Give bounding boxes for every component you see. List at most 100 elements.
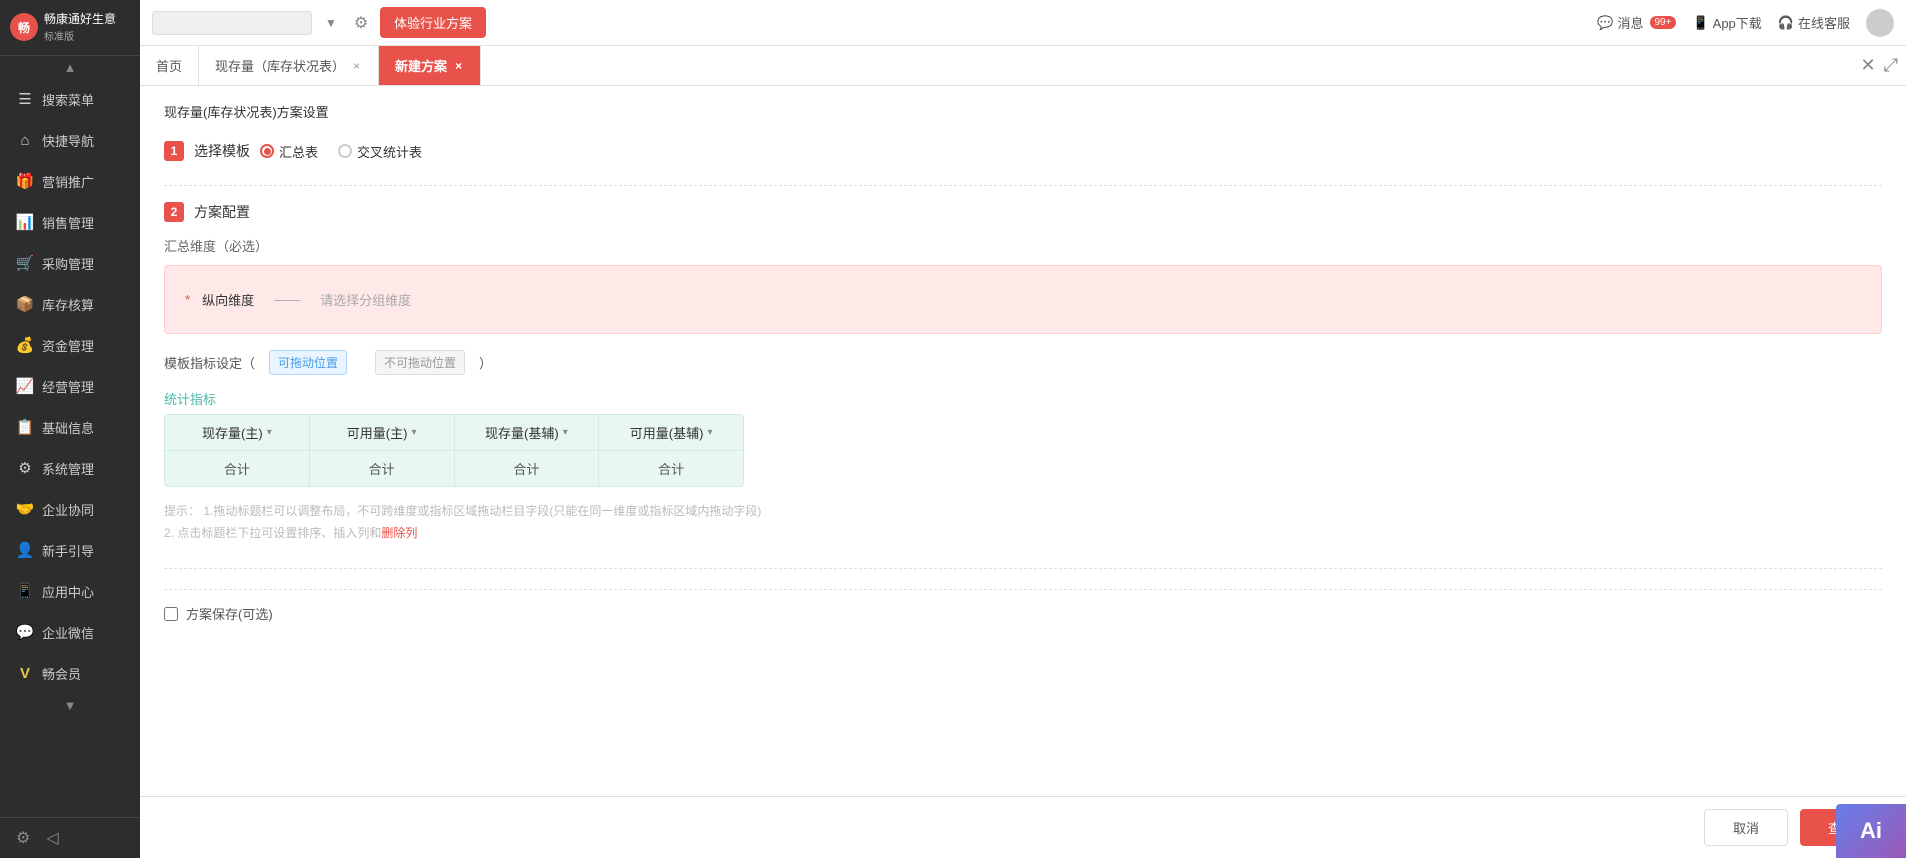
tab-home[interactable]: 首页 <box>140 46 199 85</box>
tab-new-plan[interactable]: 新建方案 × <box>379 46 481 85</box>
stats-col-0: 现存量(主) ▾ 合计 <box>165 415 310 486</box>
headset-icon: 🎧 <box>1778 15 1794 31</box>
cancel-button[interactable]: 取消 <box>1704 809 1788 846</box>
purchase-icon: 🛒 <box>16 254 34 272</box>
dimension-box[interactable]: * 纵向维度 —— 请选择分组维度 <box>164 265 1882 334</box>
sidebar-item-purchase[interactable]: 🛒 采购管理 <box>0 243 140 284</box>
app-download-btn[interactable]: 📱 App下载 <box>1692 13 1761 32</box>
sidebar-item-basic-info[interactable]: 📋 基础信息 <box>0 407 140 448</box>
stats-header-1[interactable]: 可用量(主) ▾ <box>310 415 454 451</box>
settings-icon[interactable]: ⚙ <box>16 828 30 848</box>
stats-col2-label: 现存量(基辅) <box>485 423 559 442</box>
tab-expand-icon[interactable]: ⤢ <box>1884 55 1898 76</box>
sidebar-item-search[interactable]: ☰ 搜索菜单 <box>0 79 140 120</box>
wechat-icon: 💬 <box>16 623 34 641</box>
section2-header: 2 方案配置 <box>164 202 1882 222</box>
sidebar-item-member[interactable]: V 畅会员 <box>0 653 140 694</box>
stats-col-1: 可用量(主) ▾ 合计 <box>310 415 455 486</box>
sidebar-item-finance[interactable]: 💰 资金管理 <box>0 325 140 366</box>
stats-col-2: 现存量(基辅) ▾ 合计 <box>455 415 600 486</box>
stats-header-3[interactable]: 可用量(基辅) ▾ <box>599 415 743 451</box>
sidebar-item-app-center[interactable]: 📱 应用中心 <box>0 571 140 612</box>
ai-button[interactable]: Ai <box>1836 804 1906 858</box>
tab-close-icon[interactable]: ✕ <box>1861 55 1876 76</box>
radio-summary-circle <box>260 144 274 158</box>
stats-header-0[interactable]: 现存量(主) ▾ <box>165 415 309 451</box>
stats-col0-label: 现存量(主) <box>202 423 263 442</box>
message-btn[interactable]: 💬 消息 99+ <box>1597 13 1676 32</box>
stats-data-1: 合计 <box>310 451 454 486</box>
tab-inventory-close[interactable]: × <box>351 59 362 73</box>
stats-col1-chevron: ▾ <box>411 427 416 438</box>
radio-summary-label: 汇总表 <box>279 142 318 161</box>
newbie-icon: 👤 <box>16 541 34 559</box>
finance-icon: 💰 <box>16 336 34 354</box>
stats-section-label: 统计指标 <box>164 389 1882 408</box>
section-template: 1 选择模板 汇总表 交叉统计表 <box>164 141 1882 161</box>
footer-bar: 取消 查询 <box>140 796 1906 858</box>
section1-label: 选择模板 <box>194 141 250 161</box>
experience-btn[interactable]: 体验行业方案 <box>380 7 486 38</box>
user-avatar[interactable] <box>1866 9 1894 37</box>
main-area: ▼ ⚙ 体验行业方案 💬 消息 99+ 📱 App下载 🎧 在线客服 首页 <box>140 0 1906 858</box>
online-service-btn[interactable]: 🎧 在线客服 <box>1778 13 1850 32</box>
new-plan-tab-label: 新建方案 <box>395 56 447 75</box>
sidebar-item-newbie[interactable]: 👤 新手引导 <box>0 530 140 571</box>
dimension-section-label: 汇总维度（必选） <box>164 236 1882 255</box>
section1-num: 1 <box>164 141 184 161</box>
tab-inventory[interactable]: 现存量（库存状况表） × <box>199 46 379 85</box>
app-center-icon: 📱 <box>16 582 34 600</box>
message-badge: 99+ <box>1650 16 1677 29</box>
search-input[interactable] <box>152 11 312 35</box>
app-name: 畅康通好生意 <box>44 12 116 28</box>
sales-icon: 📊 <box>16 213 34 231</box>
dimension-placeholder: 请选择分组维度 <box>320 290 411 309</box>
tab-new-plan-close[interactable]: × <box>453 59 464 73</box>
inventory-icon: 📦 <box>16 295 34 313</box>
sidebar-item-operations[interactable]: 📈 经营管理 <box>0 366 140 407</box>
sidebar-item-wechat[interactable]: 💬 企业微信 <box>0 612 140 653</box>
sidebar-scroll-up[interactable]: ▲ <box>0 56 140 79</box>
panel-title: 现存量(库存状况表)方案设置 <box>164 102 1882 121</box>
operations-icon: 📈 <box>16 377 34 395</box>
sidebar-item-corp-collab[interactable]: 🤝 企业协同 <box>0 489 140 530</box>
sound-icon[interactable]: ◁ <box>46 828 58 848</box>
sidebar-item-sales[interactable]: 📊 销售管理 <box>0 202 140 243</box>
basic-info-icon: 📋 <box>16 418 34 436</box>
save-checkbox[interactable] <box>164 607 178 621</box>
logo-icon: 畅 <box>10 13 38 41</box>
metrics-setting: 模板指标设定（ 可拖动位置 不可拖动位置 ） <box>164 350 1882 375</box>
home-icon: ⌂ <box>16 131 34 149</box>
stats-col2-chevron: ▾ <box>563 427 568 438</box>
radio-cross-label: 交叉统计表 <box>357 142 422 161</box>
system-icon: ⚙ <box>16 459 34 477</box>
section2-label: 方案配置 <box>194 202 250 222</box>
radio-cross[interactable]: 交叉统计表 <box>338 142 422 161</box>
gear-icon[interactable]: ⚙ <box>350 12 372 34</box>
dimension-name: 纵向维度 <box>202 290 254 309</box>
stats-col3-label: 可用量(基辅) <box>630 423 704 442</box>
app-download-icon: 📱 <box>1692 15 1708 31</box>
sidebar-scroll-down[interactable]: ▼ <box>0 694 140 717</box>
radio-summary[interactable]: 汇总表 <box>260 142 318 161</box>
divider2 <box>164 568 1882 569</box>
stats-col3-chevron: ▾ <box>707 427 712 438</box>
dimension-dash: —— <box>274 292 300 307</box>
sidebar-item-inventory[interactable]: 📦 库存核算 <box>0 284 140 325</box>
sidebar-item-quicknav[interactable]: ⌂ 快捷导航 <box>0 120 140 161</box>
metrics-setting-label: 模板指标设定（ <box>164 353 255 372</box>
app-logo: 畅 畅康通好生意 标准版 <box>0 0 140 56</box>
main-panel: 现存量(库存状况表)方案设置 1 选择模板 汇总表 交叉统计表 <box>140 86 1906 796</box>
stats-col0-chevron: ▾ <box>267 427 272 438</box>
stats-header-2[interactable]: 现存量(基辅) ▾ <box>455 415 599 451</box>
sidebar: 畅 畅康通好生意 标准版 ▲ ☰ 搜索菜单 ⌂ 快捷导航 🎁 营销推广 📊 销售… <box>0 0 140 858</box>
message-icon: 💬 <box>1597 15 1613 31</box>
divider1 <box>164 185 1882 186</box>
tips-section: 提示： 1.拖动标题栏可以调整布局，不可跨维度或指标区域拖动栏目字段(只能在同一… <box>164 501 1882 544</box>
content-area: 现存量(库存状况表)方案设置 1 选择模板 汇总表 交叉统计表 <box>140 86 1906 796</box>
inventory-tab-label: 现存量（库存状况表） <box>215 56 345 75</box>
stats-col-3: 可用量(基辅) ▾ 合计 <box>599 415 743 486</box>
sidebar-item-marketing[interactable]: 🎁 营销推广 <box>0 161 140 202</box>
search-dropdown-icon[interactable]: ▼ <box>320 12 342 34</box>
sidebar-item-system[interactable]: ⚙ 系统管理 <box>0 448 140 489</box>
